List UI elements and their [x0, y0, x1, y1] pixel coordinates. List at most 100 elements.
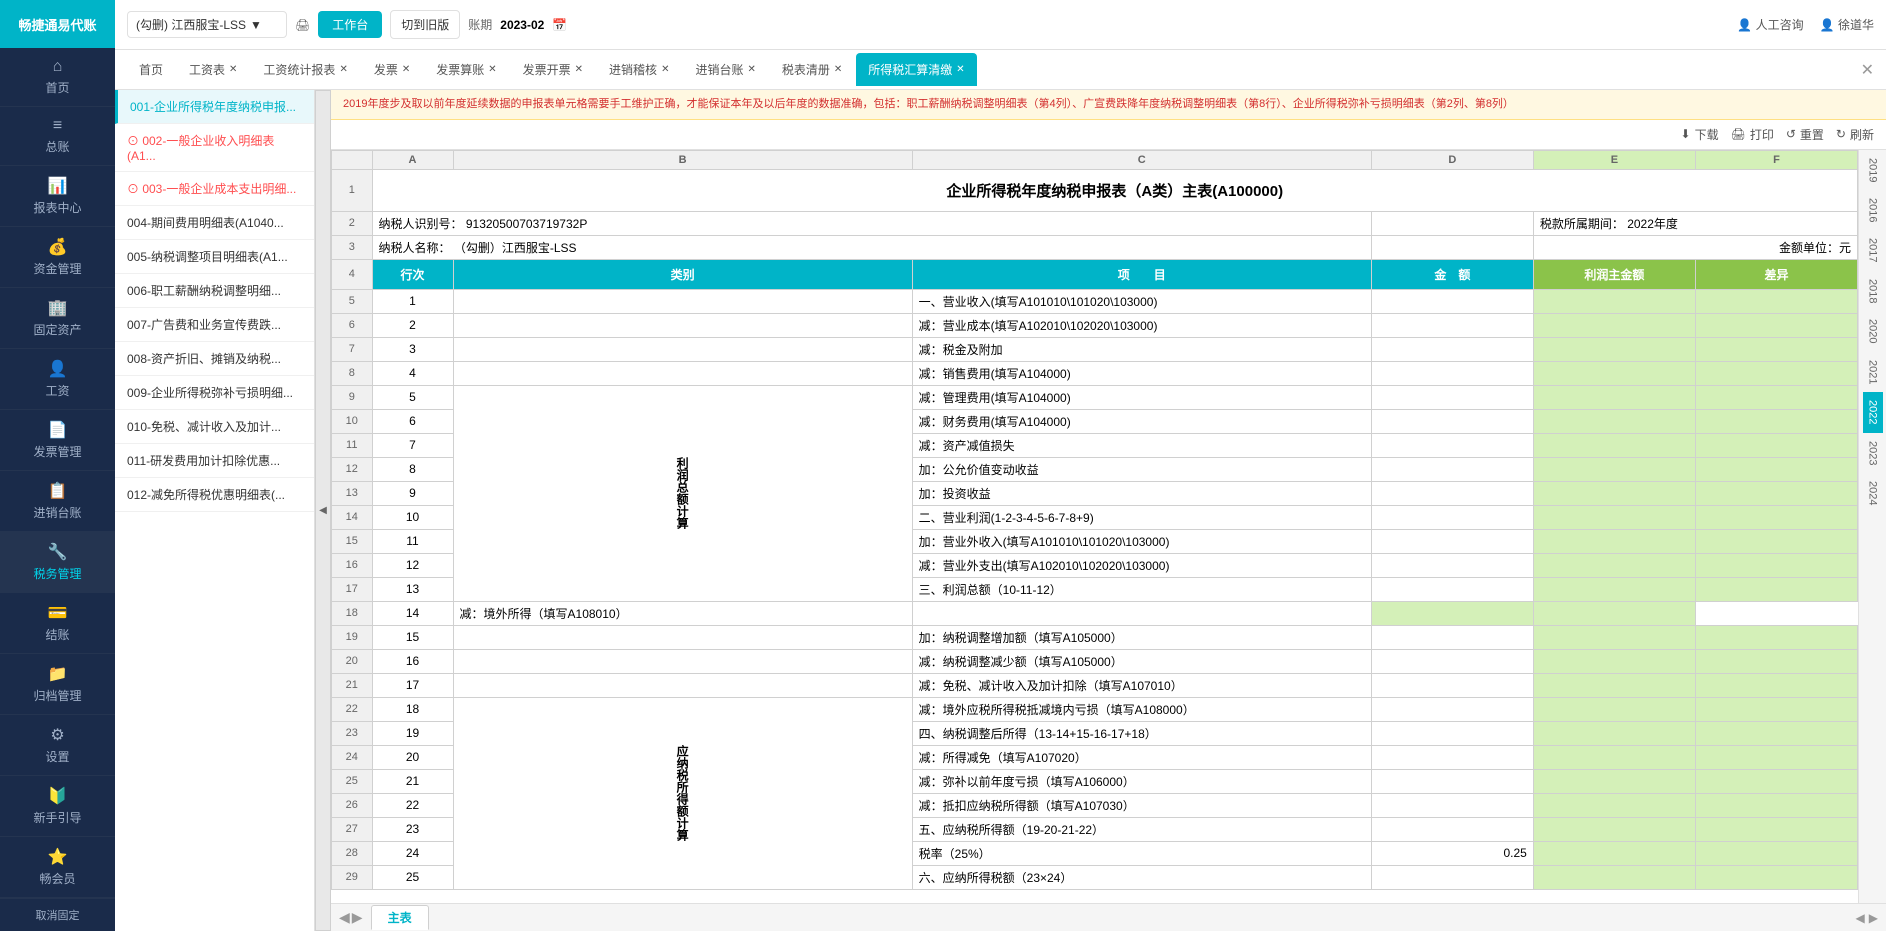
nav-tab-进销台账[interactable]: 进销台账✕ [683, 53, 767, 86]
list-item-012[interactable]: 012-减免所得税优惠明细表(... [115, 478, 314, 512]
collapse-button[interactable]: ◀ [315, 90, 331, 931]
list-item-009[interactable]: 009-企业所得税弥补亏损明细... [115, 376, 314, 410]
print-icon[interactable]: 🖨 [295, 18, 310, 32]
list-item-007[interactable]: 007-广告费和业务宣传费跌... [115, 308, 314, 342]
tab-close-icon[interactable]: ✕ [747, 64, 755, 75]
main-content: (勾删) 江西服宝-LSS ▼ 🖨 工作台 切到旧版 账期 2023-02 📅 … [115, 0, 1886, 931]
print-icon: 🖨 [1731, 127, 1746, 141]
app-logo: 畅捷通易代账 [0, 0, 115, 48]
year-item-2023[interactable]: 2023 [1863, 433, 1883, 473]
table-row: 73减：税金及附加 [332, 337, 1858, 361]
year-item-2017[interactable]: 2017 [1863, 230, 1883, 270]
sidebar-item-结账[interactable]: 💳结账 [0, 593, 115, 654]
switch-old-button[interactable]: 切到旧版 [390, 10, 460, 39]
service-icon: 👤 [1737, 18, 1752, 32]
nav-tab-发票算账[interactable]: 发票算账✕ [424, 53, 508, 86]
list-item-006[interactable]: 006-职工薪酬纳税调整明细... [115, 274, 314, 308]
sidebar: 畅捷通易代账 ⌂首页≡总账📊报表中心💰资金管理🏢固定资产👤工资📄发票管理📋进销台… [0, 0, 115, 931]
year-item-2019[interactable]: 2019 [1863, 150, 1883, 190]
table-row: 2117减：免税、减计收入及加计扣除（填写A107010） [332, 673, 1858, 697]
sidebar-item-工资[interactable]: 👤工资 [0, 349, 115, 410]
service-btn[interactable]: 👤 人工咨询 [1737, 16, 1803, 33]
info-row-2: 3 纳税人名称： （勾删）江西服宝-LSS 金额单位：元 [332, 235, 1858, 259]
sheet-area: A B C D E F 1 企业所得税年度纳税申报表（A类）主表(A100000… [331, 150, 1886, 904]
sidebar-item-报表中心[interactable]: 📊报表中心 [0, 166, 115, 227]
sidebar-item-畅会员[interactable]: ⭐畅会员 [0, 837, 115, 898]
year-item-2022[interactable]: 2022 [1863, 392, 1883, 432]
sidebar-item-税务管理[interactable]: 🔧税务管理 [0, 532, 115, 593]
scroll-right-icon[interactable]: ▶ [1869, 911, 1878, 925]
info-row-1: 2 纳税人识别号： 91320500703719732P 税款所属期间： 202… [332, 211, 1858, 235]
tab-close-icon[interactable]: ✕ [488, 64, 496, 75]
sidebar-item-归档管理[interactable]: 📁归档管理 [0, 654, 115, 715]
tab-close-icon[interactable]: ✕ [956, 64, 964, 75]
table-row: 2016减：纳税调整减少额（填写A105000） [332, 649, 1858, 673]
tab-close-icon[interactable]: ✕ [229, 64, 237, 75]
tab-close-icon[interactable]: ✕ [339, 64, 347, 75]
right-panel: 2019年度步及取以前年度延续数据的申报表单元格需要手工维护正确，才能保证本年及… [331, 90, 1886, 931]
nav-tab-发票[interactable]: 发票✕ [362, 53, 422, 86]
next-sheet-arrow[interactable]: ▶ [352, 909, 363, 926]
list-item-011[interactable]: 011-研发费用加计扣除优惠... [115, 444, 314, 478]
table-wrapper[interactable]: A B C D E F 1 企业所得税年度纳税申报表（A类）主表(A100000… [331, 150, 1858, 904]
reset-button[interactable]: ↺ 重置 [1786, 126, 1824, 143]
sidebar-item-总账[interactable]: ≡总账 [0, 107, 115, 166]
nav-tab-所得税汇算清缴[interactable]: 所得税汇算清缴✕ [856, 53, 976, 86]
list-item-010[interactable]: 010-免税、减计收入及加计... [115, 410, 314, 444]
content-area: 001-企业所得税年度纳税申报...⊙ 002-一般企业收入明细表(A1...⊙… [115, 90, 1886, 931]
nav-tab-进销稽核[interactable]: 进销稽核✕ [597, 53, 681, 86]
table-row: 1915加：纳税调整增加额（填写A105000） [332, 625, 1858, 649]
prev-sheet-arrow[interactable]: ◀ [339, 909, 350, 926]
list-item-008[interactable]: 008-资产折旧、摊销及纳税... [115, 342, 314, 376]
refresh-icon: ↻ [1836, 127, 1846, 141]
calendar-icon[interactable]: 📅 [552, 18, 567, 32]
list-item-005[interactable]: 005-纳税调整项目明细表(A1... [115, 240, 314, 274]
tab-close-icon[interactable]: ✕ [834, 64, 842, 75]
table-row: 2218应纳税所得额计算减：境外应税所得税抵减境内亏损（填写A108000） [332, 697, 1858, 721]
user-btn[interactable]: 👤 徐道华 [1820, 16, 1874, 33]
refresh-button[interactable]: ↻ 刷新 [1836, 126, 1874, 143]
unpin-button[interactable]: 取消固定 [0, 898, 115, 931]
list-item-003[interactable]: ⊙ 003-一般企业成本支出明细... [115, 172, 314, 206]
nav-tab-工资表[interactable]: 工资表✕ [177, 53, 249, 86]
topbar-right: 👤 人工咨询 👤 徐道华 [1737, 16, 1874, 33]
sheet-toolbar: ⬇ 下载 🖨 打印 ↺ 重置 ↻ 刷新 [331, 120, 1886, 150]
tab-close-icon[interactable]: ✕ [575, 64, 583, 75]
nav-tab-发票开票[interactable]: 发票开票✕ [511, 53, 595, 86]
sidebar-item-设置[interactable]: ⚙设置 [0, 715, 115, 776]
table-row: 62减：营业成本(填写A102010\102020\103000) [332, 313, 1858, 337]
scroll-left-icon[interactable]: ◀ [1856, 911, 1865, 925]
sidebar-item-新手引导[interactable]: 🔰新手引导 [0, 776, 115, 837]
dropdown-icon: ▼ [250, 18, 262, 32]
sidebar-item-首页[interactable]: ⌂首页 [0, 48, 115, 107]
list-item-001[interactable]: 001-企业所得税年度纳税申报... [115, 90, 314, 124]
year-item-2024[interactable]: 2024 [1863, 473, 1883, 513]
title-row: 1 企业所得税年度纳税申报表（A类）主表(A100000) [332, 169, 1858, 211]
sidebar-item-资金管理[interactable]: 💰资金管理 [0, 227, 115, 288]
nav-tabs: 首页工资表✕工资统计报表✕发票✕发票算账✕发票开票✕进销稽核✕进销台账✕税表清册… [115, 50, 1886, 90]
workbench-button[interactable]: 工作台 [318, 11, 382, 38]
list-item-002[interactable]: ⊙ 002-一般企业收入明细表(A1... [115, 124, 314, 172]
nav-tab-首页[interactable]: 首页 [127, 53, 175, 86]
sidebar-item-固定资产[interactable]: 🏢固定资产 [0, 288, 115, 349]
sheet-tab-主表[interactable]: 主表 [371, 905, 429, 930]
year-item-2016[interactable]: 2016 [1863, 190, 1883, 230]
scroll-buttons: ◀ ▶ [1856, 911, 1878, 925]
close-all-icon[interactable]: ✕ [1861, 60, 1874, 80]
year-item-2021[interactable]: 2021 [1863, 352, 1883, 392]
company-selector[interactable]: (勾删) 江西服宝-LSS ▼ [127, 11, 287, 38]
sidebar-item-发票管理[interactable]: 📄发票管理 [0, 410, 115, 471]
print-button[interactable]: 🖨 打印 [1731, 126, 1774, 143]
tab-close-icon[interactable]: ✕ [402, 64, 410, 75]
year-item-2020[interactable]: 2020 [1863, 311, 1883, 351]
year-item-2018[interactable]: 2018 [1863, 271, 1883, 311]
list-item-004[interactable]: 004-期间费用明细表(A1040... [115, 206, 314, 240]
download-button[interactable]: ⬇ 下载 [1681, 126, 1719, 143]
download-icon: ⬇ [1681, 127, 1691, 141]
table-row: 1814减：境外所得（填写A108010） [332, 601, 1858, 625]
sidebar-item-进销台账[interactable]: 📋进销台账 [0, 471, 115, 532]
nav-tab-税表清册[interactable]: 税表清册✕ [770, 53, 854, 86]
tab-close-icon[interactable]: ✕ [661, 64, 669, 75]
avatar-icon: 👤 [1820, 18, 1835, 32]
nav-tab-工资统计报表[interactable]: 工资统计报表✕ [251, 53, 359, 86]
